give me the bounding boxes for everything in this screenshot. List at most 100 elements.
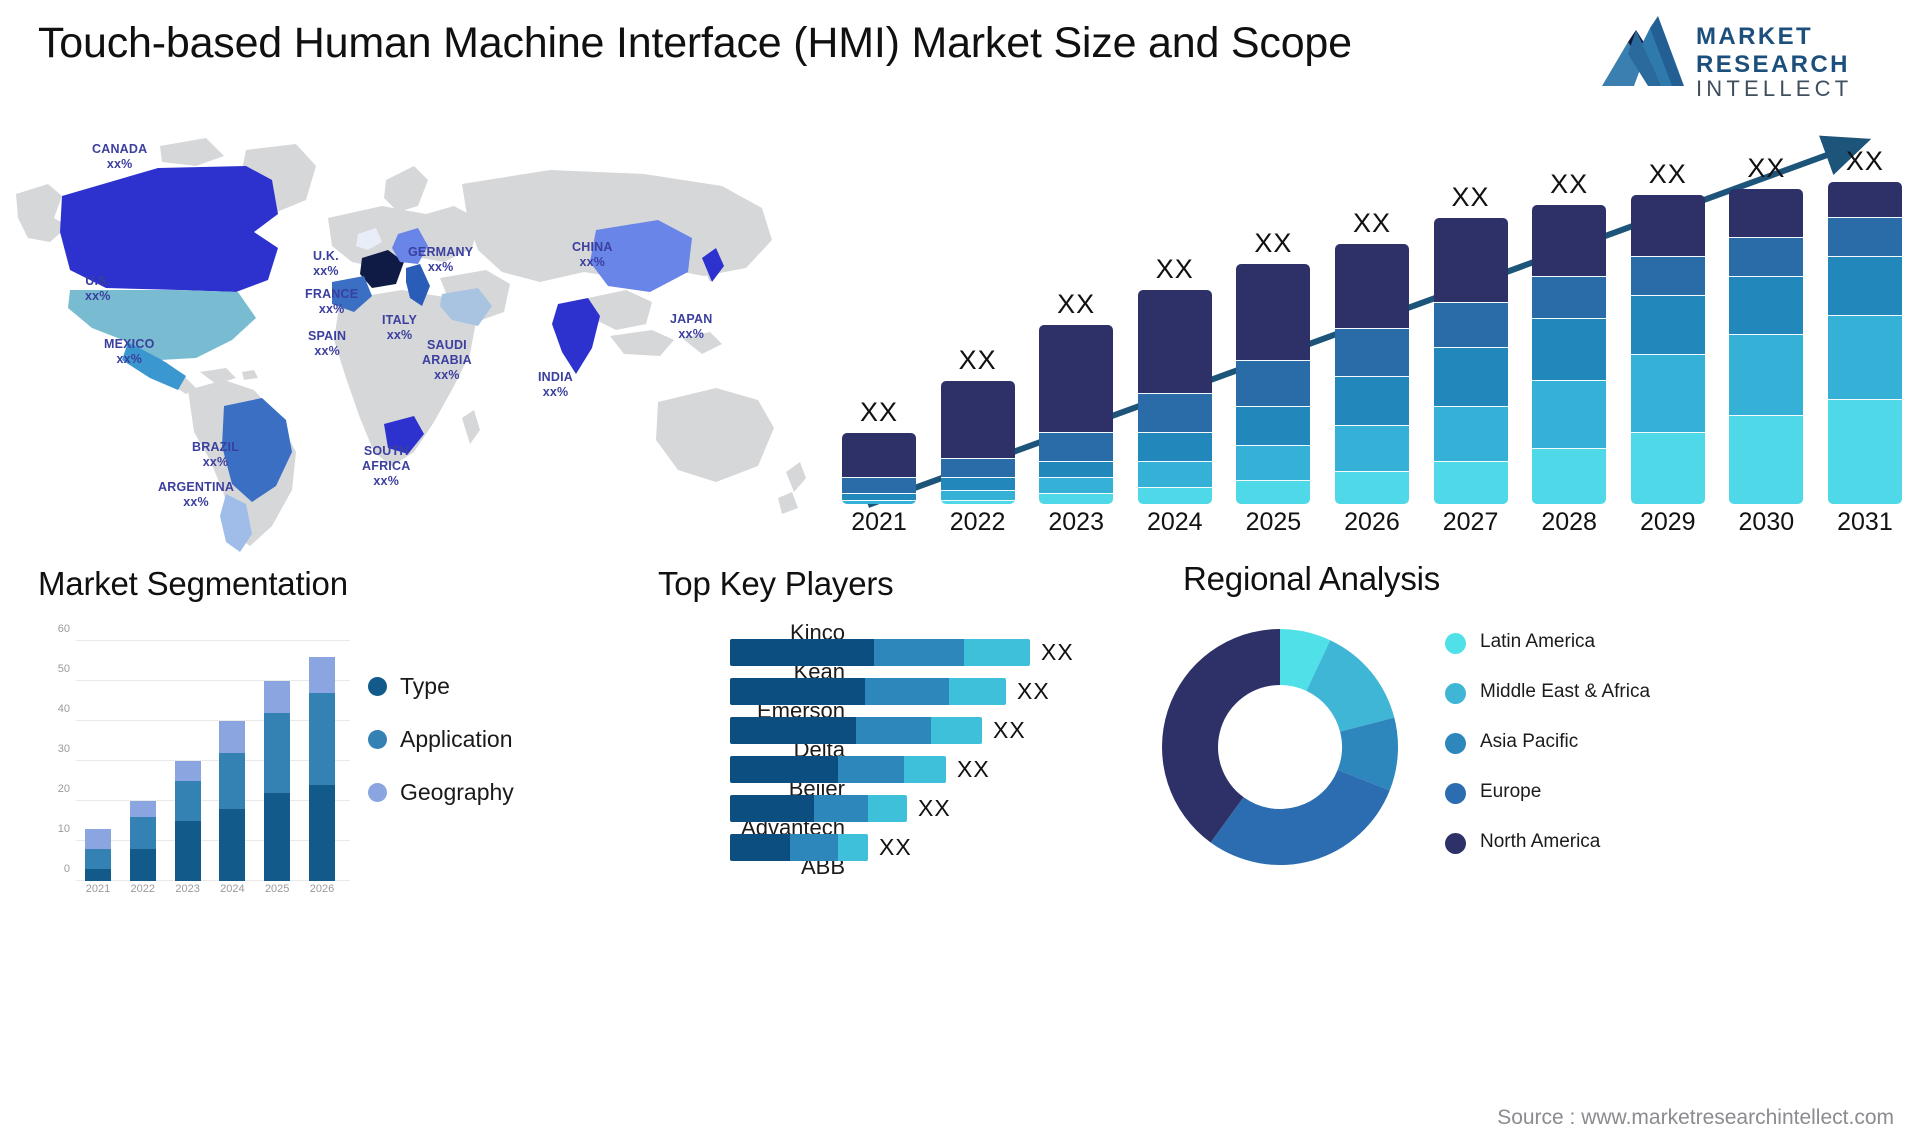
player-bar-segment [868,795,907,822]
forecast-bar-segment [1729,335,1804,417]
forecast-bar-segment [1334,471,1409,504]
forecast-bar-segment [1334,426,1409,472]
forecast-bar-segment [1039,478,1114,495]
forecast-bar-value: XX [1451,182,1490,212]
forecast-bar-stack [1039,325,1114,504]
forecast-bar-stack [1334,244,1409,504]
logo-line-2: RESEARCH [1696,51,1850,78]
map-label-south-africa: SOUTH AFRICA xx% [362,444,410,489]
market-segmentation-panel: Market Segmentation 0 10 20 30 40 50 60 2021 20… [38,565,598,930]
segmentation-bar-segment [174,761,201,781]
forecast-bar-value: XX [1550,169,1589,199]
segmentation-bar-2024 [210,641,254,881]
map-label-uk: U.K. xx% [313,249,339,279]
forecast-bar-2031: XX [1827,146,1902,504]
legend-dot-icon [1445,633,1466,654]
forecast-bar-segment [1236,406,1311,446]
player-bar-segment [865,678,949,705]
forecast-year-label: 2029 [1639,508,1696,536]
forecast-bar-segment [1433,218,1508,303]
player-bar [730,834,868,861]
map-label-us: U.S. xx% [85,274,111,304]
forecast-bar-segment [1039,325,1114,433]
segmentation-legend-label: Application [400,726,513,752]
market-segmentation-title: Market Segmentation [38,565,348,602]
player-bar-segment [949,678,1006,705]
forecast-bar-value: XX [1155,253,1194,284]
player-bar-segment [730,678,865,705]
forecast-bar-2025: XX [1236,228,1311,504]
map-label-china: CHINA xx% [572,240,613,270]
forecast-bar-stack [1729,188,1804,504]
forecast-bar-segment [842,432,916,478]
forecast-bar-stack [940,380,1015,504]
forecast-year-label: 2022 [949,508,1006,536]
player-bar-value: XX [957,756,990,782]
map-label-name: MEXICO [104,337,155,351]
segmentation-legend-label: Geography [400,779,514,805]
forecast-bar-2022: XX [940,344,1015,504]
logo-line-1: MARKET [1696,23,1813,50]
segmentation-legend-label: Type [400,673,450,699]
segmentation-legend-item: Application [368,726,514,753]
segmentation-bar-segment [85,829,111,849]
forecast-bar-segment [1532,276,1607,319]
forecast-bar-segment [1630,432,1705,504]
segmentation-bar-segment [129,817,156,849]
player-bar-segment [931,717,982,744]
legend-dot-icon [1445,733,1466,754]
forecast-bar-2024: XX [1137,253,1212,504]
forecast-bar-segment [1236,263,1311,361]
forecast-bar-segment [1236,361,1311,407]
segmentation-y-tick: 40 [57,703,70,715]
segmentation-x-tick: 2026 [309,883,335,895]
forecast-bar-2021: XX [842,397,916,504]
regional-legend-item: Asia Pacific [1445,730,1650,760]
forecast-bar-segment [1039,461,1114,478]
segmentation-bar-stack [308,657,335,881]
regional-legend-item: North America [1445,830,1650,860]
map-label-value: xx% [434,368,460,382]
top-key-players-panel: Top Key Players Kinco Kean Emerson Delta Bei… [640,565,1110,905]
forecast-bar-segment [1039,494,1114,504]
forecast-bar-value: XX [1057,289,1096,320]
player-bar-segment [730,834,790,861]
forecast-bar-2027: XX [1433,182,1508,504]
forecast-bar-segment [1827,315,1902,400]
segmentation-x-tick: 2022 [130,883,156,895]
forecast-year-label: 2025 [1245,508,1302,536]
logo-line-3: INTELLECT [1696,76,1852,100]
player-bar-row: XX [730,633,1110,672]
map-label-value: xx% [116,352,143,366]
map-label-saudi-arabia: SAUDI ARABIA xx% [422,338,472,383]
map-label-argentina: ARGENTINA xx% [158,480,234,510]
segmentation-bar-stack [129,801,156,881]
market-segmentation-chart: 0 10 20 30 40 50 60 2021 2022 2023 2024 2025 2026 [40,623,350,903]
segmentation-plot-area [76,641,344,881]
forecast-bar-segment [1630,354,1705,433]
segmentation-bar-segment [219,809,246,881]
forecast-bar-segment [842,500,916,504]
legend-dot-icon [1445,833,1466,854]
player-bar-value: XX [1017,678,1050,704]
map-label-name: FRANCE [305,287,359,301]
map-label-name: JAPAN [670,312,713,326]
segmentation-y-tick: 20 [57,783,70,795]
forecast-bar-segment [940,478,1015,491]
segmentation-bar-stack [85,829,111,881]
forecast-bar-segment [1433,406,1508,462]
forecast-bar-stack [1137,289,1212,504]
map-label-value: xx% [202,455,229,469]
forecast-bar-segment [1630,195,1705,257]
regional-legend-item: Middle East & Africa [1445,680,1650,710]
forecast-bar-segment [1137,461,1212,488]
map-label-value: xx% [85,289,111,303]
map-label-name: CANADA [92,142,148,156]
forecast-bar-value: XX [958,344,997,375]
map-label-japan: JAPAN xx% [670,312,712,342]
forecast-bar-value: XX [1845,146,1884,177]
map-label-value: xx% [678,327,705,341]
map-label-germany: GERMANY xx% [408,245,473,275]
forecast-bar-segment [1532,318,1607,381]
player-bar-row: XX [730,789,1110,828]
